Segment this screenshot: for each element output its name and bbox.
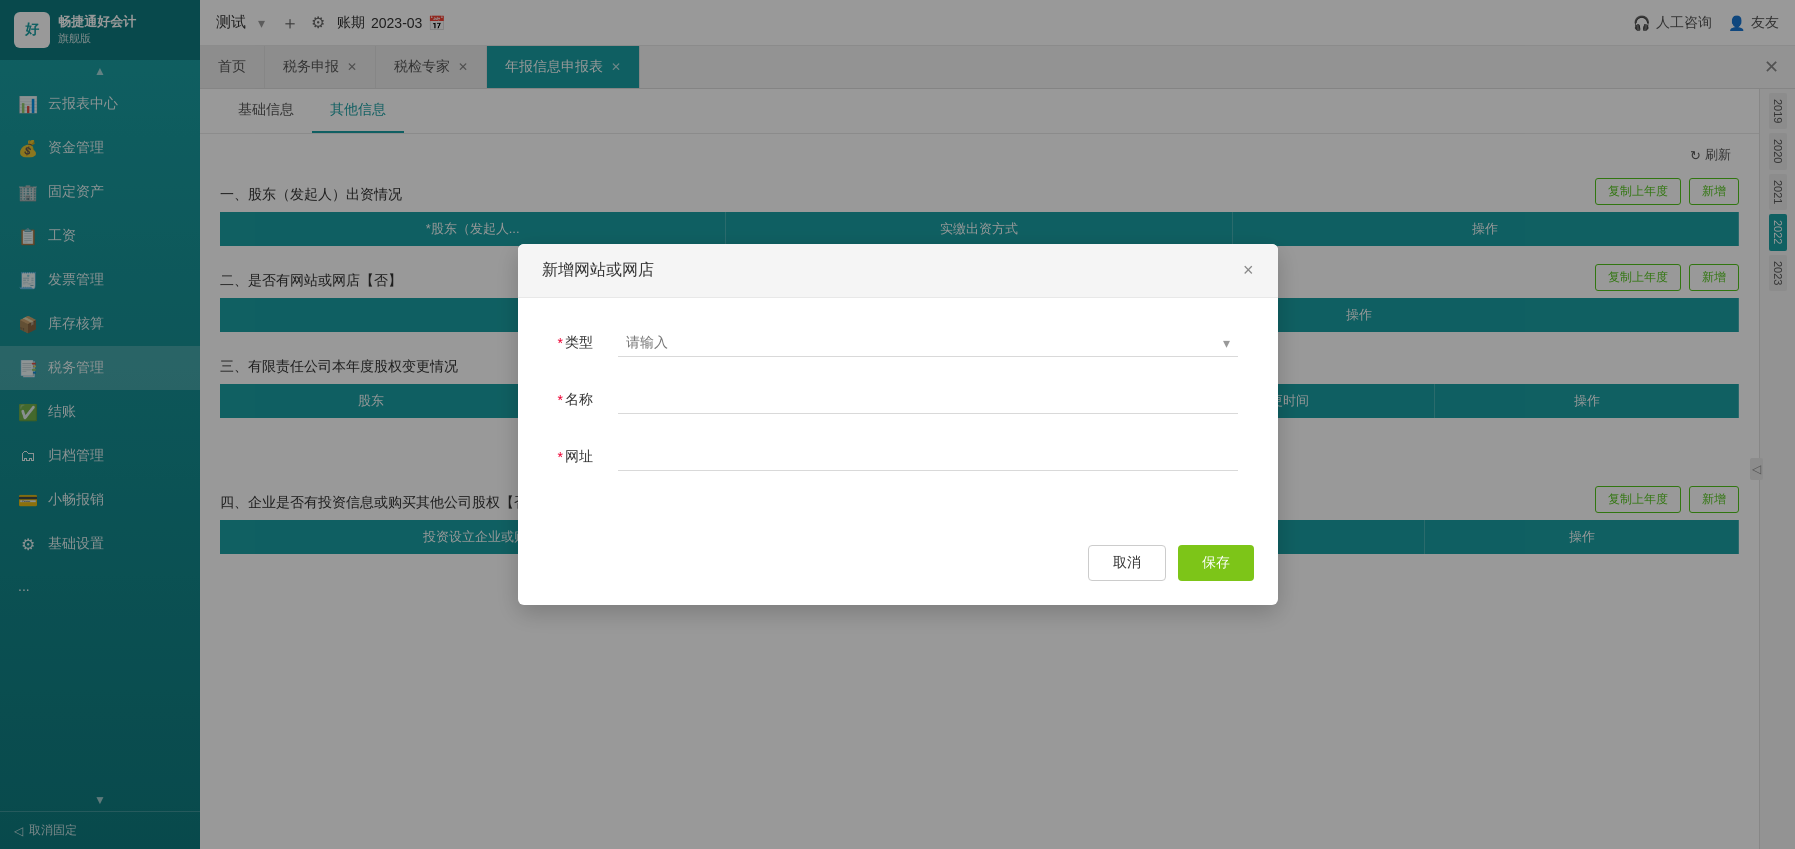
name-label: * 名称 [558,391,618,409]
type-input-wrap: ▾ [618,328,1238,357]
form-row-type: * 类型 ▾ [558,328,1238,357]
name-input-wrap [618,385,1238,414]
modal-body: * 类型 ▾ * 名称 * [518,298,1278,529]
modal-title: 新增网站或网店 [542,260,654,281]
name-label-text: 名称 [565,391,593,409]
url-label-text: 网址 [565,448,593,466]
add-website-modal: 新增网站或网店 × * 类型 ▾ * 名称 [518,244,1278,605]
modal-footer: 取消 保存 [518,529,1278,605]
modal-overlay: 新增网站或网店 × * 类型 ▾ * 名称 [0,0,1795,849]
type-label: * 类型 [558,334,618,352]
save-button[interactable]: 保存 [1178,545,1254,581]
name-input[interactable] [618,385,1238,414]
url-input-wrap [618,442,1238,471]
form-row-name: * 名称 [558,385,1238,414]
url-label: * 网址 [558,448,618,466]
name-required-mark: * [558,392,563,408]
url-input[interactable] [618,442,1238,471]
form-row-url: * 网址 [558,442,1238,471]
type-required-mark: * [558,335,563,351]
type-label-text: 类型 [565,334,593,352]
cancel-button[interactable]: 取消 [1088,545,1166,581]
url-required-mark: * [558,449,563,465]
modal-close-button[interactable]: × [1243,260,1254,281]
modal-header: 新增网站或网店 × [518,244,1278,298]
type-input[interactable] [618,328,1238,357]
